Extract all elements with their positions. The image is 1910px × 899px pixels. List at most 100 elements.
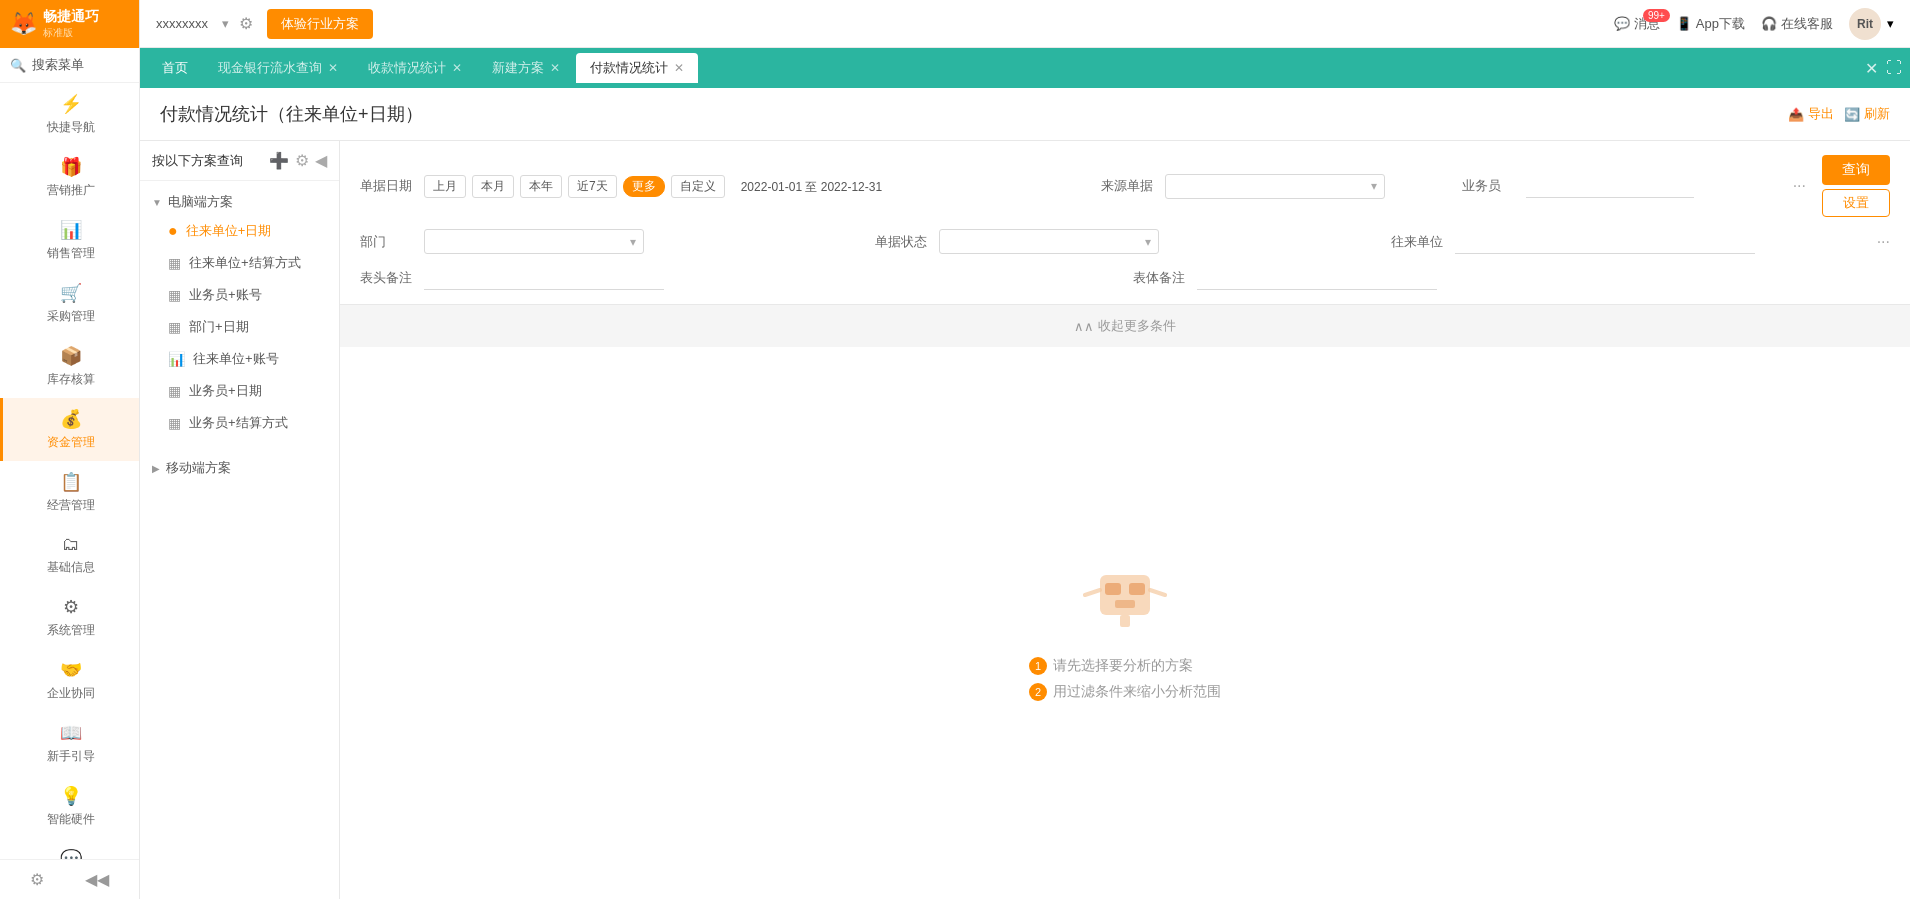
tab-payment-stats[interactable]: 付款情况统计 ✕ <box>576 53 698 83</box>
sidebar-item-marketing[interactable]: 🎁 营销推广 <box>0 146 139 209</box>
system-icon: ⚙ <box>63 596 79 618</box>
sidebar-item-system[interactable]: ⚙ 系统管理 <box>0 586 139 649</box>
topbar-online-service[interactable]: 🎧 在线客服 <box>1761 15 1833 33</box>
tab-bank-flow[interactable]: 现金银行流水查询 ✕ <box>204 53 352 83</box>
counterpart-input[interactable] <box>1455 230 1755 254</box>
tab-bank-flow-close[interactable]: ✕ <box>328 61 338 75</box>
sidebar-item-hardware[interactable]: 💡 智能硬件 <box>0 775 139 838</box>
sidebar-item-label: 销售管理 <box>47 245 95 262</box>
scheme-item-unit-settlement[interactable]: ▦ 往来单位+结算方式 <box>140 247 339 279</box>
tab-receipt-stats-close[interactable]: ✕ <box>452 61 462 75</box>
item-label: 部门+日期 <box>189 318 249 336</box>
body-remark-input[interactable] <box>1197 266 1437 290</box>
footer-settings-icon[interactable]: ⚙ <box>30 870 44 889</box>
date-btn-this-month[interactable]: 本月 <box>472 175 514 198</box>
filter-group-source: 来源单据 <box>1101 174 1445 199</box>
scheme-collapse-icon[interactable]: ◀ <box>315 151 327 170</box>
sidebar-item-basic[interactable]: 🗂 基础信息 <box>0 524 139 586</box>
counterpart-dots-icon[interactable]: ··· <box>1877 233 1890 251</box>
main-area: xxxxxxxx ▾ ⚙ 体验行业方案 💬 消息 99+ 📱 App下载 🎧 在… <box>140 0 1910 899</box>
scheme-section-mobile-header[interactable]: ▶ 移动端方案 <box>140 455 339 481</box>
scheme-item-staff-account[interactable]: ▦ 业务员+账号 <box>140 279 339 311</box>
tab-new-scheme[interactable]: 新建方案 ✕ <box>478 53 574 83</box>
sidebar-item-finance[interactable]: 💰 资金管理 <box>0 398 139 461</box>
sales-icon: 📊 <box>60 219 82 241</box>
logo-sub: 标准版 <box>43 26 99 40</box>
sidebar-item-cooperation[interactable]: 🤝 企业协同 <box>0 649 139 712</box>
page-header: 付款情况统计（往来单位+日期） 📤 导出 🔄 刷新 <box>140 88 1910 141</box>
header-remark-input[interactable] <box>424 266 664 290</box>
svg-line-5 <box>1085 590 1100 595</box>
tab-payment-stats-close[interactable]: ✕ <box>674 61 684 75</box>
search-label: 搜索菜单 <box>32 56 84 74</box>
scheme-add-icon[interactable]: ➕ <box>269 151 289 170</box>
scheme-panel: 按以下方案查询 ➕ ⚙ ◀ ▼ 电脑端方案 ● 往来单位+日期 ▦ <box>140 141 340 899</box>
sidebar-item-quick-nav[interactable]: ⚡ 快捷导航 <box>0 83 139 146</box>
filter-date-range-area: 2022-01-01 至 2022-12-31 <box>741 177 1085 196</box>
sidebar-item-label: 快捷导航 <box>47 119 95 136</box>
filter-group-staff: 业务员 ··· <box>1462 174 1806 198</box>
scheme-settings-icon[interactable]: ⚙ <box>295 151 309 170</box>
tab-new-scheme-close[interactable]: ✕ <box>550 61 560 75</box>
query-btn[interactable]: 查询 <box>1822 155 1890 185</box>
tabs-fullscreen-icon[interactable]: ⛶ <box>1886 59 1902 77</box>
tabs-bar: 首页 现金银行流水查询 ✕ 收款情况统计 ✕ 新建方案 ✕ 付款情况统计 ✕ ✕… <box>140 48 1910 88</box>
scheme-item-dept-date[interactable]: ▦ 部门+日期 <box>140 311 339 343</box>
topbar-message[interactable]: 💬 消息 99+ <box>1614 15 1660 33</box>
sidebar-item-weixin[interactable]: 💬 企业微信 <box>0 838 139 859</box>
date-btn-last-month[interactable]: 上月 <box>424 175 466 198</box>
source-select[interactable] <box>1165 174 1385 199</box>
item-icon: ▦ <box>168 319 181 335</box>
topbar-avatar-dropdown[interactable]: ▾ <box>1887 16 1894 31</box>
staff-input[interactable] <box>1526 174 1694 198</box>
date-btn-custom[interactable]: 自定义 <box>671 175 725 198</box>
refresh-btn[interactable]: 🔄 刷新 <box>1844 105 1890 123</box>
filter-actions: 查询 设置 <box>1822 155 1890 217</box>
section-mobile-label: 移动端方案 <box>166 459 231 477</box>
right-panel: 单据日期 上月 本月 本年 近7天 更多 自定义 2022-01-01 至 20… <box>340 141 1910 899</box>
sidebar-item-label: 基础信息 <box>47 559 95 576</box>
hint-2-text: 用过滤条件来缩小分析范围 <box>1053 683 1221 701</box>
filter-settings-btn[interactable]: 设置 <box>1822 189 1890 217</box>
scheme-section-desktop-header[interactable]: ▼ 电脑端方案 <box>140 189 339 215</box>
sidebar-item-purchase[interactable]: 🛒 采购管理 <box>0 272 139 335</box>
message-badge: 99+ <box>1643 9 1670 22</box>
inventory-icon: 📦 <box>60 345 82 367</box>
item-icon: ▦ <box>168 415 181 431</box>
scheme-item-staff-settlement[interactable]: ▦ 业务员+结算方式 <box>140 407 339 439</box>
topbar-dropdown-icon[interactable]: ▾ <box>222 16 229 31</box>
sidebar-search[interactable]: 🔍 搜索菜单 <box>0 48 139 83</box>
scheme-item-staff-date[interactable]: ▦ 业务员+日期 <box>140 375 339 407</box>
tab-home[interactable]: 首页 <box>148 53 202 83</box>
voucher-status-select[interactable] <box>939 229 1159 254</box>
message-icon: 💬 <box>1614 16 1630 31</box>
date-btn-this-year[interactable]: 本年 <box>520 175 562 198</box>
footer-collapse-icon[interactable]: ◀◀ <box>85 870 109 889</box>
topbar-app-download[interactable]: 📱 App下载 <box>1676 15 1745 33</box>
item-unit-date-icon: ● <box>168 222 178 240</box>
item-icon: ▦ <box>168 287 181 303</box>
staff-dots-icon[interactable]: ··· <box>1793 177 1806 195</box>
svg-rect-4 <box>1120 615 1130 627</box>
avatar-text: Rit <box>1857 17 1873 31</box>
topbar-settings-icon[interactable]: ⚙ <box>239 14 253 33</box>
tab-receipt-stats[interactable]: 收款情况统计 ✕ <box>354 53 476 83</box>
date-btn-more[interactable]: 更多 <box>623 176 665 197</box>
export-btn[interactable]: 📤 导出 <box>1788 105 1834 123</box>
svg-rect-3 <box>1115 600 1135 608</box>
sidebar-item-sales[interactable]: 📊 销售管理 <box>0 209 139 272</box>
dept-select[interactable] <box>424 229 644 254</box>
tabs-close-all-icon[interactable]: ✕ <box>1865 59 1878 78</box>
empty-illustration <box>1075 545 1175 645</box>
sidebar-item-operation[interactable]: 📋 经营管理 <box>0 461 139 524</box>
date-btn-last-7days[interactable]: 近7天 <box>568 175 617 198</box>
empty-robot-icon <box>1075 545 1175 645</box>
trial-btn[interactable]: 体验行业方案 <box>267 9 373 39</box>
page-header-actions: 📤 导出 🔄 刷新 <box>1788 105 1890 123</box>
scheme-item-unit-account[interactable]: 📊 往来单位+账号 <box>140 343 339 375</box>
sidebar-item-inventory[interactable]: 📦 库存核算 <box>0 335 139 398</box>
collapse-bar[interactable]: ∧∧ 收起更多条件 <box>1066 309 1184 343</box>
scheme-item-unit-date[interactable]: ● 往来单位+日期 <box>140 215 339 247</box>
filter-group-dept: 部门 <box>360 229 859 254</box>
sidebar-item-guide[interactable]: 📖 新手引导 <box>0 712 139 775</box>
